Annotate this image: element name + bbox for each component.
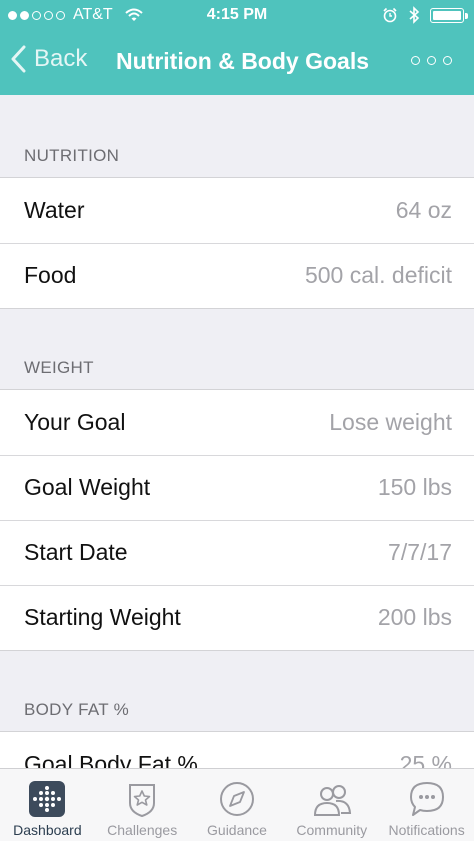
row-label: Starting Weight <box>24 604 181 630</box>
row-label: Your Goal <box>24 409 126 435</box>
dashboard-icon <box>29 781 66 817</box>
row-value: 500 cal. deficit <box>304 262 452 288</box>
section-header-nutrition: NUTRITION <box>0 95 474 177</box>
tab-guidance[interactable]: Guidance <box>190 769 285 841</box>
tab-notifications[interactable]: Notifications <box>379 769 474 841</box>
body-fat-group: Goal Body Fat % 25 % <box>0 731 474 768</box>
section-title: BODY FAT % <box>24 700 130 719</box>
alarm-clock-icon <box>383 7 397 23</box>
settings-list[interactable]: NUTRITION Water 64 oz Food 500 cal. defi… <box>0 95 474 768</box>
section-header-weight: WEIGHT <box>0 307 474 389</box>
tab-bar: Dashboard Challenges Guidance Community … <box>0 768 474 841</box>
tab-community[interactable]: Community <box>284 769 379 841</box>
nav-bar: Back Nutrition & Body Goals <box>0 30 474 95</box>
tab-label: Notifications <box>388 822 465 838</box>
tab-challenges[interactable]: Challenges <box>95 769 190 841</box>
page-title: Nutrition & Body Goals <box>116 48 369 74</box>
more-dot-icon <box>427 56 436 65</box>
row-value: 150 lbs <box>377 474 452 500</box>
section-header-body-fat: BODY FAT % <box>0 649 474 731</box>
weight-group: Your Goal Lose weight Goal Weight 150 lb… <box>0 389 474 651</box>
chat-bubble-icon <box>409 782 444 816</box>
compass-icon <box>219 782 254 816</box>
more-dot-icon <box>411 56 420 65</box>
status-right <box>382 6 468 24</box>
chevron-left-icon <box>11 45 26 73</box>
battery-icon <box>430 7 468 23</box>
more-dot-icon <box>443 56 452 65</box>
row-goal-body-fat[interactable]: Goal Body Fat % 25 % <box>0 732 474 768</box>
section-title: NUTRITION <box>24 146 120 165</box>
row-label: Start Date <box>24 539 128 565</box>
more-options-button[interactable] <box>411 56 452 65</box>
back-button[interactable]: Back <box>10 45 87 73</box>
row-label: Goal Body Fat % <box>24 751 198 768</box>
back-label: Back <box>34 45 88 72</box>
nutrition-group: Water 64 oz Food 500 cal. deficit <box>0 177 474 309</box>
row-start-date[interactable]: Start Date 7/7/17 <box>0 520 474 585</box>
header: AT&T 4:15 PM Back Nutrition & Body Goals <box>0 0 474 95</box>
row-label: Food <box>24 262 77 288</box>
row-food[interactable]: Food 500 cal. deficit <box>0 243 474 308</box>
status-bar: AT&T 4:15 PM <box>0 0 474 30</box>
tab-label: Challenges <box>107 822 178 838</box>
tab-dashboard[interactable]: Dashboard <box>0 769 95 841</box>
star-shield-icon <box>129 784 156 818</box>
row-water[interactable]: Water 64 oz <box>0 178 474 243</box>
row-value: 200 lbs <box>377 604 452 630</box>
row-value: Lose weight <box>329 409 452 435</box>
bluetooth-icon <box>409 6 420 24</box>
tab-label: Dashboard <box>13 822 82 838</box>
tab-label: Guidance <box>207 822 267 838</box>
row-value: 7/7/17 <box>388 539 452 565</box>
row-label: Goal Weight <box>24 474 151 500</box>
row-goal-weight[interactable]: Goal Weight 150 lbs <box>0 455 474 520</box>
row-value: 25 % <box>399 751 452 768</box>
row-your-goal[interactable]: Your Goal Lose weight <box>0 390 474 455</box>
row-label: Water <box>24 197 85 223</box>
row-starting-weight[interactable]: Starting Weight 200 lbs <box>0 585 474 650</box>
people-icon <box>313 785 351 816</box>
screen: AT&T 4:15 PM Back Nutrition & Body Goals… <box>0 0 474 841</box>
section-title: WEIGHT <box>24 358 94 377</box>
tab-label: Community <box>296 822 368 838</box>
row-value: 64 oz <box>395 197 452 223</box>
